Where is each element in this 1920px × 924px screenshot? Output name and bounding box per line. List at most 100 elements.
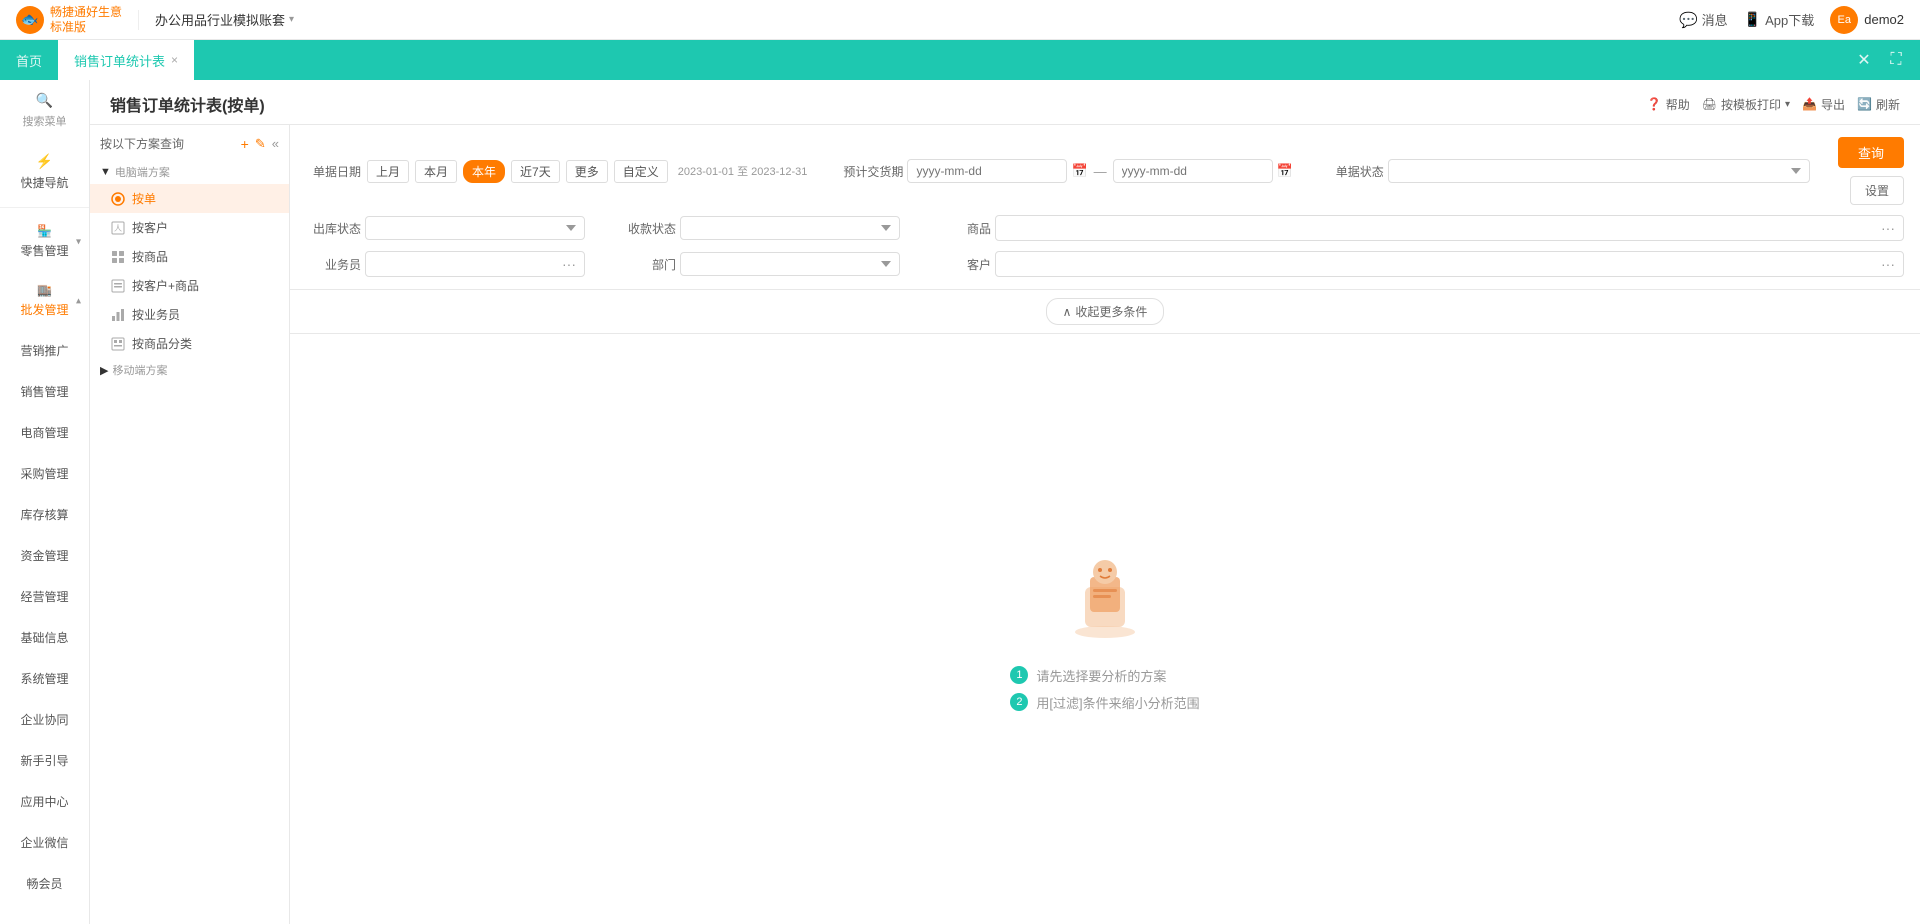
scheme-by-order[interactable]: 按单 [90, 184, 289, 213]
message-btn[interactable]: 💬 消息 [1679, 10, 1728, 29]
cal-start-icon[interactable]: 📅 [1071, 163, 1087, 179]
scheme-by-customer-product[interactable]: 按客户+商品 [90, 271, 289, 300]
date-btn-last-month[interactable]: 上月 [367, 160, 409, 183]
sidebar-item-finance[interactable]: 资金管理 [0, 535, 89, 576]
sidebar-item-basics[interactable]: 基础信息 [0, 617, 89, 658]
empty-illustration [1055, 547, 1155, 650]
salesman-label: 业务员 [306, 256, 361, 273]
scheme-by-category[interactable]: 按商品分类 [90, 329, 289, 358]
add-scheme-btn[interactable]: + [241, 136, 249, 152]
expected-date-start[interactable] [907, 159, 1067, 183]
tab-bar-actions: ✕ ⛶ [1852, 48, 1920, 72]
sidebar-item-retail[interactable]: 🏪 零售管理 ▾ [0, 212, 89, 271]
salesman-input-wrapper[interactable]: ··· [365, 251, 585, 277]
tab-close-btn[interactable]: × [171, 53, 178, 67]
settings-btn[interactable]: 设置 [1850, 176, 1904, 205]
wholesale-icon: 🏬 [37, 283, 52, 297]
template-print-btn[interactable]: 🖨 按模板打印 ▾ [1702, 96, 1790, 113]
sidebar-item-marketing[interactable]: 营销推广 [0, 330, 89, 371]
product-dots[interactable]: ··· [1881, 220, 1895, 236]
workspace-selector[interactable]: 办公用品行业模拟账套 ▾ [155, 10, 294, 29]
hint-num-2: 2 [1010, 693, 1028, 711]
divider [138, 10, 139, 30]
scheme-by-product[interactable]: 按商品 [90, 242, 289, 271]
edit-scheme-btn[interactable]: ✎ [255, 136, 266, 152]
content-area: 销售订单统计表(按单) ❓ 帮助 🖨 按模板打印 ▾ 📤 导出 🔄 刷新 [90, 80, 1920, 924]
window-maximize-btn[interactable]: ⛶ [1884, 48, 1908, 72]
expected-date-end[interactable] [1113, 159, 1273, 183]
help-btn[interactable]: ❓ 帮助 [1647, 96, 1690, 113]
payment-status-select[interactable] [680, 216, 900, 240]
date-label: 单据日期 [306, 163, 361, 180]
scheme-salesman-icon [110, 307, 126, 323]
sidebar-item-inventory[interactable]: 库存核算 [0, 494, 89, 535]
scheme-by-customer[interactable]: 人 按客户 [90, 213, 289, 242]
sidebar-item-wechat[interactable]: 企业微信 [0, 822, 89, 863]
sidebar-item-wholesale[interactable]: 🏬 批发管理 ▴ [0, 271, 89, 330]
salesman-dots[interactable]: ··· [562, 256, 576, 272]
date-btn-this-month[interactable]: 本月 [415, 160, 457, 183]
customer-group: 客户 ··· [936, 251, 1904, 277]
sidebar-item-newbie[interactable]: 新手引导 [0, 740, 89, 781]
print-dropdown-icon: ▾ [1785, 99, 1790, 110]
filter-row-3: 业务员 ··· 部门 [306, 251, 1904, 277]
empty-svg [1055, 547, 1155, 647]
delivery-status-select[interactable] [365, 216, 585, 240]
export-btn[interactable]: 📤 导出 [1802, 96, 1845, 113]
filter-area: 单据日期 上月 本月 本年 近7天 更多 自定义 2023-01-01 至 20… [290, 125, 1920, 290]
cal-end-icon[interactable]: 📅 [1277, 163, 1293, 179]
scheme-by-salesman[interactable]: 按业务员 [90, 300, 289, 329]
avatar: Ea [1830, 6, 1858, 34]
expected-date-group: 预计交货期 📅 — 📅 [843, 159, 1292, 183]
filter-row-1: 单据日期 上月 本月 本年 近7天 更多 自定义 2023-01-01 至 20… [306, 137, 1904, 205]
tab-sales-order[interactable]: 销售订单统计表 × [58, 40, 194, 80]
expected-date-label: 预计交货期 [843, 163, 903, 180]
sidebar-item-member[interactable]: 畅会员 [0, 863, 89, 904]
sidebar-item-system[interactable]: 系统管理 [0, 658, 89, 699]
mobile-icon: 📱 [1744, 11, 1761, 28]
top-bar-right: 💬 消息 📱 App下载 Ea demo2 [1679, 6, 1904, 34]
export-icon: 📤 [1802, 97, 1817, 111]
sidebar-item-operations[interactable]: 经营管理 [0, 576, 89, 617]
top-bar: 🐟 畅捷通好生意 标准版 办公用品行业模拟账套 ▾ 💬 消息 📱 App下载 E… [0, 0, 1920, 40]
tab-home[interactable]: 首页 [0, 40, 58, 80]
date-filter-group: 单据日期 上月 本月 本年 近7天 更多 自定义 2023-01-01 至 20… [306, 160, 807, 183]
refresh-btn[interactable]: 🔄 刷新 [1857, 96, 1900, 113]
department-select[interactable] [680, 252, 900, 276]
hint-num-1: 1 [1010, 666, 1028, 684]
collapse-bar[interactable]: ∧ 收起更多条件 [290, 290, 1920, 334]
window-close-btn[interactable]: ✕ [1852, 48, 1876, 72]
sidebar-item-app-center[interactable]: 应用中心 [0, 781, 89, 822]
sidebar-item-enterprise[interactable]: 企业协同 [0, 699, 89, 740]
customer-input-wrapper[interactable]: ··· [995, 251, 1904, 277]
scheme-order-icon [110, 191, 126, 207]
filter-row-2: 出库状态 收款状态 [306, 215, 1904, 241]
payment-status-select-wrapper [680, 216, 900, 240]
sidebar-search-item[interactable]: 🔍 搜索菜单 [0, 80, 89, 141]
app-download-btn[interactable]: 📱 App下载 [1744, 10, 1815, 29]
sidebar-shortcut[interactable]: ⚡ 快捷导航 [0, 141, 89, 203]
product-input-wrapper[interactable]: ··· [995, 215, 1904, 241]
date-btn-last-7[interactable]: 近7天 [511, 160, 560, 183]
tree-expand-icon: ▼ [100, 166, 111, 178]
tree-group-mobile[interactable]: ▶ 移动端方案 [90, 358, 289, 382]
sidebar-item-sales[interactable]: 销售管理 [0, 371, 89, 412]
date-btn-custom[interactable]: 自定义 [614, 160, 668, 183]
query-btn[interactable]: 查询 [1838, 137, 1904, 168]
date-btn-more[interactable]: 更多 [566, 160, 608, 183]
empty-hint-1: 1 请先选择要分析的方案 [1010, 666, 1199, 685]
tree-group-pc[interactable]: ▼ 电脑端方案 [90, 160, 289, 184]
collapse-panel-btn[interactable]: « [272, 136, 279, 152]
customer-dots[interactable]: ··· [1881, 256, 1895, 272]
department-label: 部门 [621, 256, 676, 273]
user-menu[interactable]: Ea demo2 [1830, 6, 1904, 34]
sidebar-item-purchase[interactable]: 采购管理 [0, 453, 89, 494]
sidebar-item-ecommerce[interactable]: 电商管理 [0, 412, 89, 453]
svg-text:人: 人 [114, 224, 122, 233]
logo-area: 🐟 畅捷通好生意 标准版 [16, 5, 122, 34]
bill-status-select[interactable] [1388, 159, 1810, 183]
empty-hints: 1 请先选择要分析的方案 2 用[过滤]条件来缩小分析范围 [1010, 666, 1199, 712]
date-btn-this-year[interactable]: 本年 [463, 160, 505, 183]
collapse-conditions-btn[interactable]: ∧ 收起更多条件 [1046, 298, 1165, 325]
refresh-icon: 🔄 [1857, 97, 1872, 111]
